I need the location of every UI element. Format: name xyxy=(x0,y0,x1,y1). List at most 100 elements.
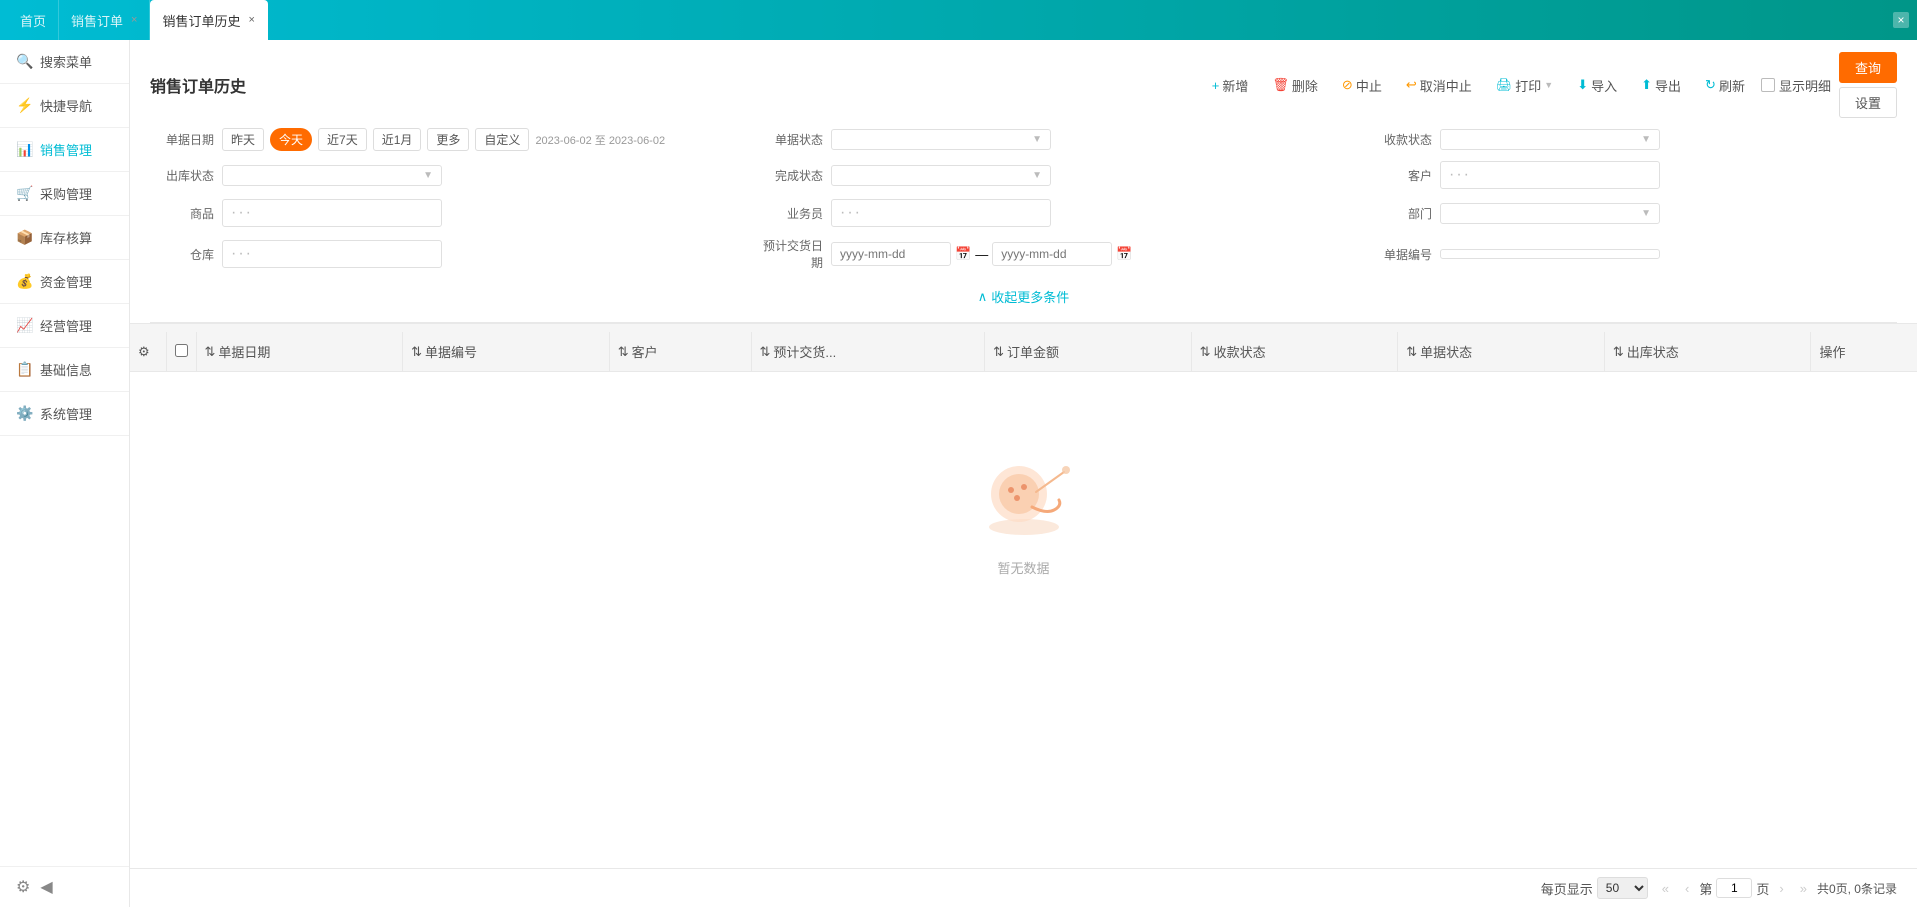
salesman-control[interactable]: ··· xyxy=(831,199,1288,227)
customer-control[interactable]: ··· xyxy=(1440,161,1897,189)
window-close-button[interactable]: × xyxy=(1893,12,1909,28)
import-button[interactable]: ⬇ 导入 xyxy=(1569,72,1625,99)
status-control[interactable]: ▼ xyxy=(831,129,1288,150)
dept-select[interactable]: ▼ xyxy=(1440,203,1660,224)
complete-control[interactable]: ▼ xyxy=(831,165,1288,186)
date-btn-1month[interactable]: 近1月 xyxy=(373,128,422,151)
date-btn-more[interactable]: 更多 xyxy=(427,128,469,151)
print-button[interactable]: 🖨 打印 ▼ xyxy=(1488,72,1561,99)
th-date[interactable]: ⇅ 单据日期 xyxy=(196,332,403,372)
date-btn-7days[interactable]: 近7天 xyxy=(318,128,367,151)
delivery-start-input[interactable] xyxy=(831,242,951,266)
dept-arrow-icon: ▼ xyxy=(1641,208,1651,219)
sidebar-item-purchase-mgmt[interactable]: 🛒 采购管理 xyxy=(0,172,129,216)
payment-control[interactable]: ▼ xyxy=(1440,129,1897,150)
collapse-up-icon: ∧ xyxy=(978,289,988,305)
date-btn-today[interactable]: 今天 xyxy=(270,128,312,151)
calendar-end-icon[interactable]: 📅 xyxy=(1116,246,1132,262)
th-payment-status[interactable]: ⇅ 收款状态 xyxy=(1191,332,1398,372)
tab-sales-order-close[interactable]: × xyxy=(131,14,137,26)
first-page-button[interactable]: « xyxy=(1656,879,1675,898)
date-btn-custom[interactable]: 自定义 xyxy=(475,128,529,151)
page-title: 销售订单历史 xyxy=(150,73,246,97)
data-table: ⚙ ⇅ 单据日期 ⇅ xyxy=(130,332,1917,372)
out-label: 出库状态 xyxy=(150,167,222,184)
th-out-status[interactable]: ⇅ 出库状态 xyxy=(1604,332,1811,372)
date-range-text: 2023-06-02 至 2023-06-02 xyxy=(535,132,665,148)
payment-select[interactable]: ▼ xyxy=(1440,129,1660,150)
out-select[interactable]: ▼ xyxy=(222,165,442,186)
sidebar-item-quick-nav[interactable]: ⚡ 快捷导航 xyxy=(0,84,129,128)
th-order-no[interactable]: ⇅ 单据编号 xyxy=(403,332,610,372)
tab-sales-order-history-label: 销售订单历史 xyxy=(162,11,240,30)
import-label: 导入 xyxy=(1591,76,1617,95)
goods-input[interactable]: ··· xyxy=(222,199,442,227)
query-button[interactable]: 查询 xyxy=(1839,52,1897,83)
empty-icon xyxy=(974,452,1074,542)
date-filter-control: 昨天 今天 近7天 近1月 更多 自定义 2023-06-02 至 2023-0… xyxy=(222,128,679,151)
status-select[interactable]: ▼ xyxy=(831,129,1051,150)
display-toggle-checkbox[interactable] xyxy=(1761,78,1775,92)
sidebar-item-system-mgmt[interactable]: ⚙️ 系统管理 xyxy=(0,392,129,436)
collapse-button[interactable]: ∧ 收起更多条件 xyxy=(150,281,1897,312)
dept-label: 部门 xyxy=(1368,205,1440,222)
out-control[interactable]: ▼ xyxy=(222,165,679,186)
sidebar-item-search-menu[interactable]: 🔍 搜索菜单 xyxy=(0,40,129,84)
sidebar-collapse-icon[interactable]: ◀ xyxy=(40,877,52,897)
goods-control[interactable]: ··· xyxy=(222,199,679,227)
order-no-control[interactable] xyxy=(1440,249,1897,259)
delivery-end-input[interactable] xyxy=(992,242,1112,266)
toolbar: + 新增 🗑 删除 ⊘ 中止 ↩ 取消中止 xyxy=(1204,52,1897,118)
page-label: 第 xyxy=(1699,879,1712,898)
customer-input[interactable]: ··· xyxy=(1440,161,1660,189)
select-all-checkbox[interactable] xyxy=(175,344,188,357)
display-toggle[interactable]: 显示明细 xyxy=(1761,76,1831,95)
prev-page-button[interactable]: ‹ xyxy=(1679,879,1695,898)
th-order-status[interactable]: ⇅ 单据状态 xyxy=(1398,332,1605,372)
collapse-label: 收起更多条件 xyxy=(991,287,1069,306)
cancel-stop-button[interactable]: ↩ 取消中止 xyxy=(1398,72,1480,99)
operations-icon: 📈 xyxy=(16,317,32,334)
warehouse-dots-icon: ··· xyxy=(231,245,253,263)
sidebar-item-operations[interactable]: 📈 经营管理 xyxy=(0,304,129,348)
warehouse-control[interactable]: ··· xyxy=(222,240,679,268)
tab-sales-order[interactable]: 销售订单 × xyxy=(59,0,150,40)
sidebar: 🔍 搜索菜单 ⚡ 快捷导航 📊 销售管理 🛒 采购管理 📦 库存核算 💰 资金管… xyxy=(0,40,130,907)
sidebar-item-finance[interactable]: 💰 资金管理 xyxy=(0,260,129,304)
th-delivery-date[interactable]: ⇅ 预计交货... xyxy=(751,332,985,372)
sidebar-settings-icon[interactable]: ⚙ xyxy=(16,877,30,897)
table-settings-icon[interactable]: ⚙ xyxy=(138,344,150,359)
sidebar-item-base-info[interactable]: 📋 基础信息 xyxy=(0,348,129,392)
search-menu-icon: 🔍 xyxy=(16,53,32,70)
calendar-start-icon[interactable]: 📅 xyxy=(955,246,971,262)
stop-button[interactable]: ⊘ 中止 xyxy=(1334,72,1390,99)
dept-control[interactable]: ▼ xyxy=(1440,203,1897,224)
salesman-input[interactable]: ··· xyxy=(831,199,1051,227)
warehouse-input[interactable]: ··· xyxy=(222,240,442,268)
tab-sales-order-history-close[interactable]: × xyxy=(248,14,254,26)
new-button[interactable]: + 新增 xyxy=(1204,72,1257,99)
export-button[interactable]: ⬆ 导出 xyxy=(1633,72,1689,99)
page-input[interactable] xyxy=(1716,878,1752,898)
th-order-no-icon: ⇅ xyxy=(411,344,422,360)
date-btn-yesterday[interactable]: 昨天 xyxy=(222,128,264,151)
next-page-button[interactable]: › xyxy=(1773,879,1789,898)
last-page-button[interactable]: » xyxy=(1794,879,1813,898)
per-page-select[interactable]: 10 20 50 100 xyxy=(1597,877,1648,899)
page-title-row: 销售订单历史 + 新增 🗑 删除 ⊘ 中止 ↩ xyxy=(150,52,1897,118)
refresh-button[interactable]: ↻ 刷新 xyxy=(1697,72,1753,99)
delete-button[interactable]: 🗑 删除 xyxy=(1264,72,1326,99)
print-label: 打印 xyxy=(1515,76,1541,95)
sidebar-item-inventory[interactable]: 📦 库存核算 xyxy=(0,216,129,260)
complete-select[interactable]: ▼ xyxy=(831,165,1051,186)
th-checkbox[interactable] xyxy=(166,332,196,372)
th-customer[interactable]: ⇅ 客户 xyxy=(609,332,751,372)
order-no-input[interactable] xyxy=(1440,249,1660,259)
sidebar-item-sales-mgmt[interactable]: 📊 销售管理 xyxy=(0,128,129,172)
setting-button[interactable]: 设置 xyxy=(1839,87,1897,118)
th-settings[interactable]: ⚙ xyxy=(130,332,166,372)
th-amount[interactable]: ⇅ 订单金额 xyxy=(985,332,1192,372)
tab-home[interactable]: 首页 xyxy=(8,0,59,40)
table-area: ⚙ ⇅ 单据日期 ⇅ xyxy=(130,332,1917,868)
tab-sales-order-history[interactable]: 销售订单历史 × xyxy=(150,0,267,40)
